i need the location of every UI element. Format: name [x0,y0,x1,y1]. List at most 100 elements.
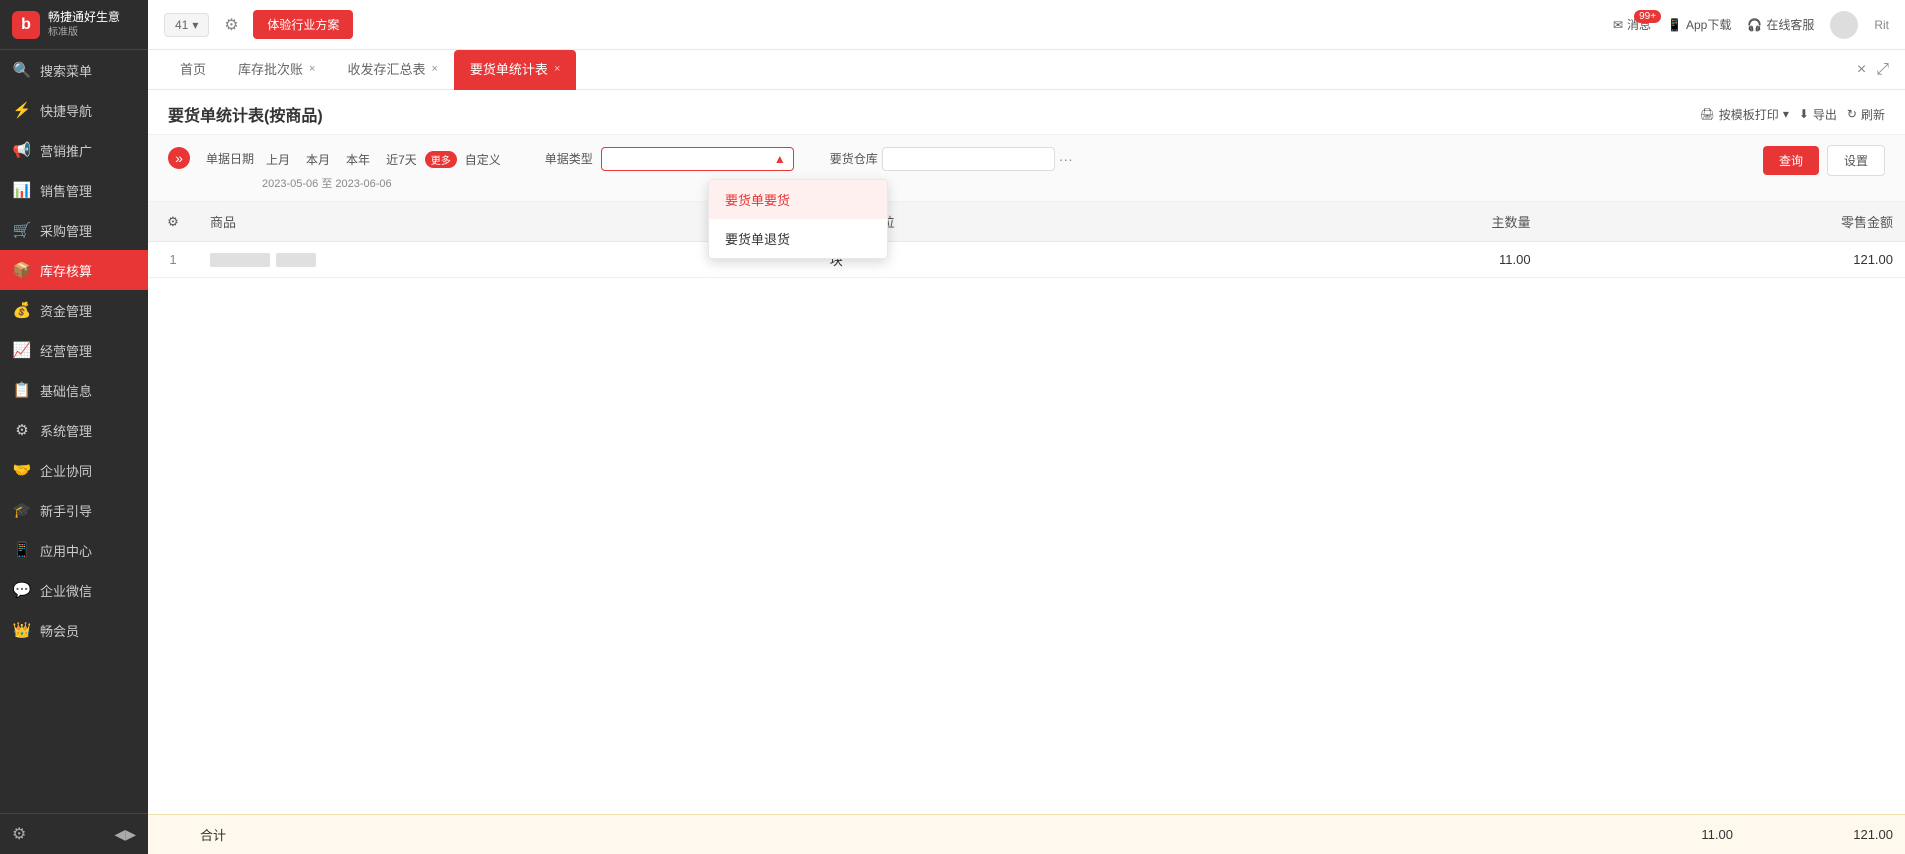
filter-settings-button[interactable]: 设置 [1827,145,1885,176]
nav-label-sales: 销售管理 [40,181,92,200]
nav-icon-enterprise: 🤝 [12,460,32,480]
sidebar-item-sales[interactable]: 📊 销售管理 [0,170,148,210]
nav-icon-finance: 💰 [12,300,32,320]
sidebar-item-guide[interactable]: 🎓 新手引导 [0,490,148,530]
sidebar-item-wechat[interactable]: 💬 企业微信 [0,570,148,610]
sidebar-item-system[interactable]: ⚙ 系统管理 [0,410,148,450]
date-btn-custom[interactable]: 自定义 [457,147,509,172]
nav-label-marketing: 营销推广 [40,141,92,160]
settings-icon[interactable]: ⚙ [12,824,26,844]
page-area: 要货单统计表(按商品) 🖨 按模板打印 ▾ ⬇ 导出 ↻ 刷新 [148,90,1905,854]
type-select-container: ▲ [601,147,794,171]
sidebar-item-purchase[interactable]: 🛒 采购管理 [0,210,148,250]
tab-home[interactable]: 首页 [164,50,222,90]
avatar[interactable] [1830,11,1858,39]
message-button[interactable]: ✉ 消息 99+ [1613,16,1651,33]
search-menu[interactable]: 🔍 搜索菜单 [0,50,148,90]
date-more-badge[interactable]: 更多 [425,151,457,168]
nav-label-system: 系统管理 [40,421,92,440]
nav-label-app-center: 应用中心 [40,541,92,560]
date-filter-group: 单据日期 上月 本月 本年 近7天 更多 自定义 2023-05-06 至 20… [206,145,509,191]
sidebar-item-finance[interactable]: 💰 资金管理 [0,290,148,330]
date-btn-last-month[interactable]: 上月 [258,147,298,172]
warehouse-more-button[interactable]: ··· [1059,151,1073,167]
date-btn-7days[interactable]: 近7天 [378,147,425,172]
col-header-quantity: 主数量 [1242,202,1542,242]
sidebar: b 畅捷通好生意 标准版 🔍 搜索菜单 ⚡ 快捷导航 📢 营销推广 📊 销售管理… [0,0,148,854]
table-footer: 合计 11.00 121.00 [148,814,1905,854]
cell-quantity-0: 11.00 [1242,242,1542,278]
refresh-icon: ↻ [1847,107,1857,121]
nav-icon-operation: 📈 [12,340,32,360]
sidebar-bottom: ⚙ ◀▶ [0,813,148,854]
warehouse-filter-label: 要货仓库 [830,145,878,173]
nav-icon-member: 👑 [12,620,32,640]
sidebar-item-operation[interactable]: 📈 经营管理 [0,330,148,370]
topbar-gear-button[interactable]: ⚙ [217,11,245,39]
nav-icon-wechat: 💬 [12,580,32,600]
chevron-down-icon: ▾ [192,18,198,32]
headset-icon: 🎧 [1747,18,1762,32]
date-btn-this-month[interactable]: 本月 [298,147,338,172]
tab-close-order[interactable]: × [554,63,560,75]
sidebar-item-marketing[interactable]: 📢 营销推广 [0,130,148,170]
type-select-input[interactable] [601,147,794,171]
page-header: 要货单统计表(按商品) 🖨 按模板打印 ▾ ⬇ 导出 ↻ 刷新 [148,90,1905,135]
query-button[interactable]: 查询 [1763,146,1819,175]
sidebar-item-app-center[interactable]: 📱 应用中心 [0,530,148,570]
warehouse-input[interactable] [882,147,1055,171]
expand-tabs-button[interactable]: ⤢ [1876,61,1889,79]
close-all-tabs-button[interactable]: × [1857,61,1866,79]
breadcrumb-selector[interactable]: 41 ▾ [164,13,209,37]
nav-label-member: 畅会员 [40,621,79,640]
app-name: 畅捷通好生意 标准版 [48,10,120,39]
dropdown-option-return[interactable]: 要货单退货 [709,219,887,258]
tab-collection-summary[interactable]: 收发存汇总表 × [331,50,453,90]
export-icon: ⬇ [1799,107,1809,121]
industry-solution-button[interactable]: 体验行业方案 [253,10,353,39]
nav-label-guide: 新手引导 [40,501,92,520]
print-dropdown-icon: ▾ [1783,107,1789,121]
nav-icon-quick-nav: ⚡ [12,100,32,120]
nav-label-finance: 资金管理 [40,301,92,320]
print-button[interactable]: 🖨 按模板打印 ▾ [1700,106,1789,123]
date-btn-this-year[interactable]: 本年 [338,147,378,172]
nav-icon-basic-info: 📋 [12,380,32,400]
nav-icon-marketing: 📢 [12,140,32,160]
footer-total-label: 合计 [160,825,360,844]
tab-close-collection[interactable]: × [431,63,437,75]
tab-inventory-batch[interactable]: 库存批次账 × [222,50,331,90]
message-badge: 99+ [1634,10,1661,23]
tab-close-inventory-batch[interactable]: × [309,63,315,75]
dropdown-option-order[interactable]: 要货单要货 [709,180,887,219]
nav-label-operation: 经营管理 [40,341,92,360]
date-quick-buttons: 上月 本月 本年 近7天 更多 自定义 [258,147,509,172]
search-icon: 🔍 [12,60,32,80]
col-header-amount: 零售金额 [1543,202,1905,242]
nav-icon-purchase: 🛒 [12,220,32,240]
type-filter-label: 单据类型 [545,145,593,173]
nav-label-basic-info: 基础信息 [40,381,92,400]
app-download-button[interactable]: 📱 App下载 [1667,16,1731,33]
page-actions: 🖨 按模板打印 ▾ ⬇ 导出 ↻ 刷新 [1700,106,1885,123]
nav-icon-system: ⚙ [12,420,32,440]
sidebar-item-basic-info[interactable]: 📋 基础信息 [0,370,148,410]
sidebar-item-member[interactable]: 👑 畅会员 [0,610,148,650]
sidebar-item-quick-nav[interactable]: ⚡ 快捷导航 [0,90,148,130]
nav-icon-app-center: 📱 [12,540,32,560]
topbar-left: 41 ▾ ⚙ 体验行业方案 [164,10,1601,39]
collapse-icon[interactable]: ◀▶ [114,826,136,843]
phone-icon: 📱 [1667,18,1682,32]
sidebar-item-enterprise[interactable]: 🤝 企业协同 [0,450,148,490]
online-service-button[interactable]: 🎧 在线客服 [1747,16,1814,33]
print-icon: 🖨 [1700,107,1715,121]
sidebar-item-inventory[interactable]: 📦 库存核算 [0,250,148,290]
footer-quantity: 11.00 [1613,827,1733,842]
filter-expand-button[interactable]: » [168,147,190,169]
export-button[interactable]: ⬇ 导出 [1799,106,1837,123]
tab-order-summary[interactable]: 要货单统计表 × [454,50,576,90]
refresh-button[interactable]: ↻ 刷新 [1847,106,1885,123]
col-header-settings[interactable]: ⚙ [148,202,198,242]
app-logo-icon: b [12,11,40,39]
filter-bar: » 单据日期 上月 本月 本年 近7天 更多 自定义 2023-05-06 至 … [148,135,1905,202]
